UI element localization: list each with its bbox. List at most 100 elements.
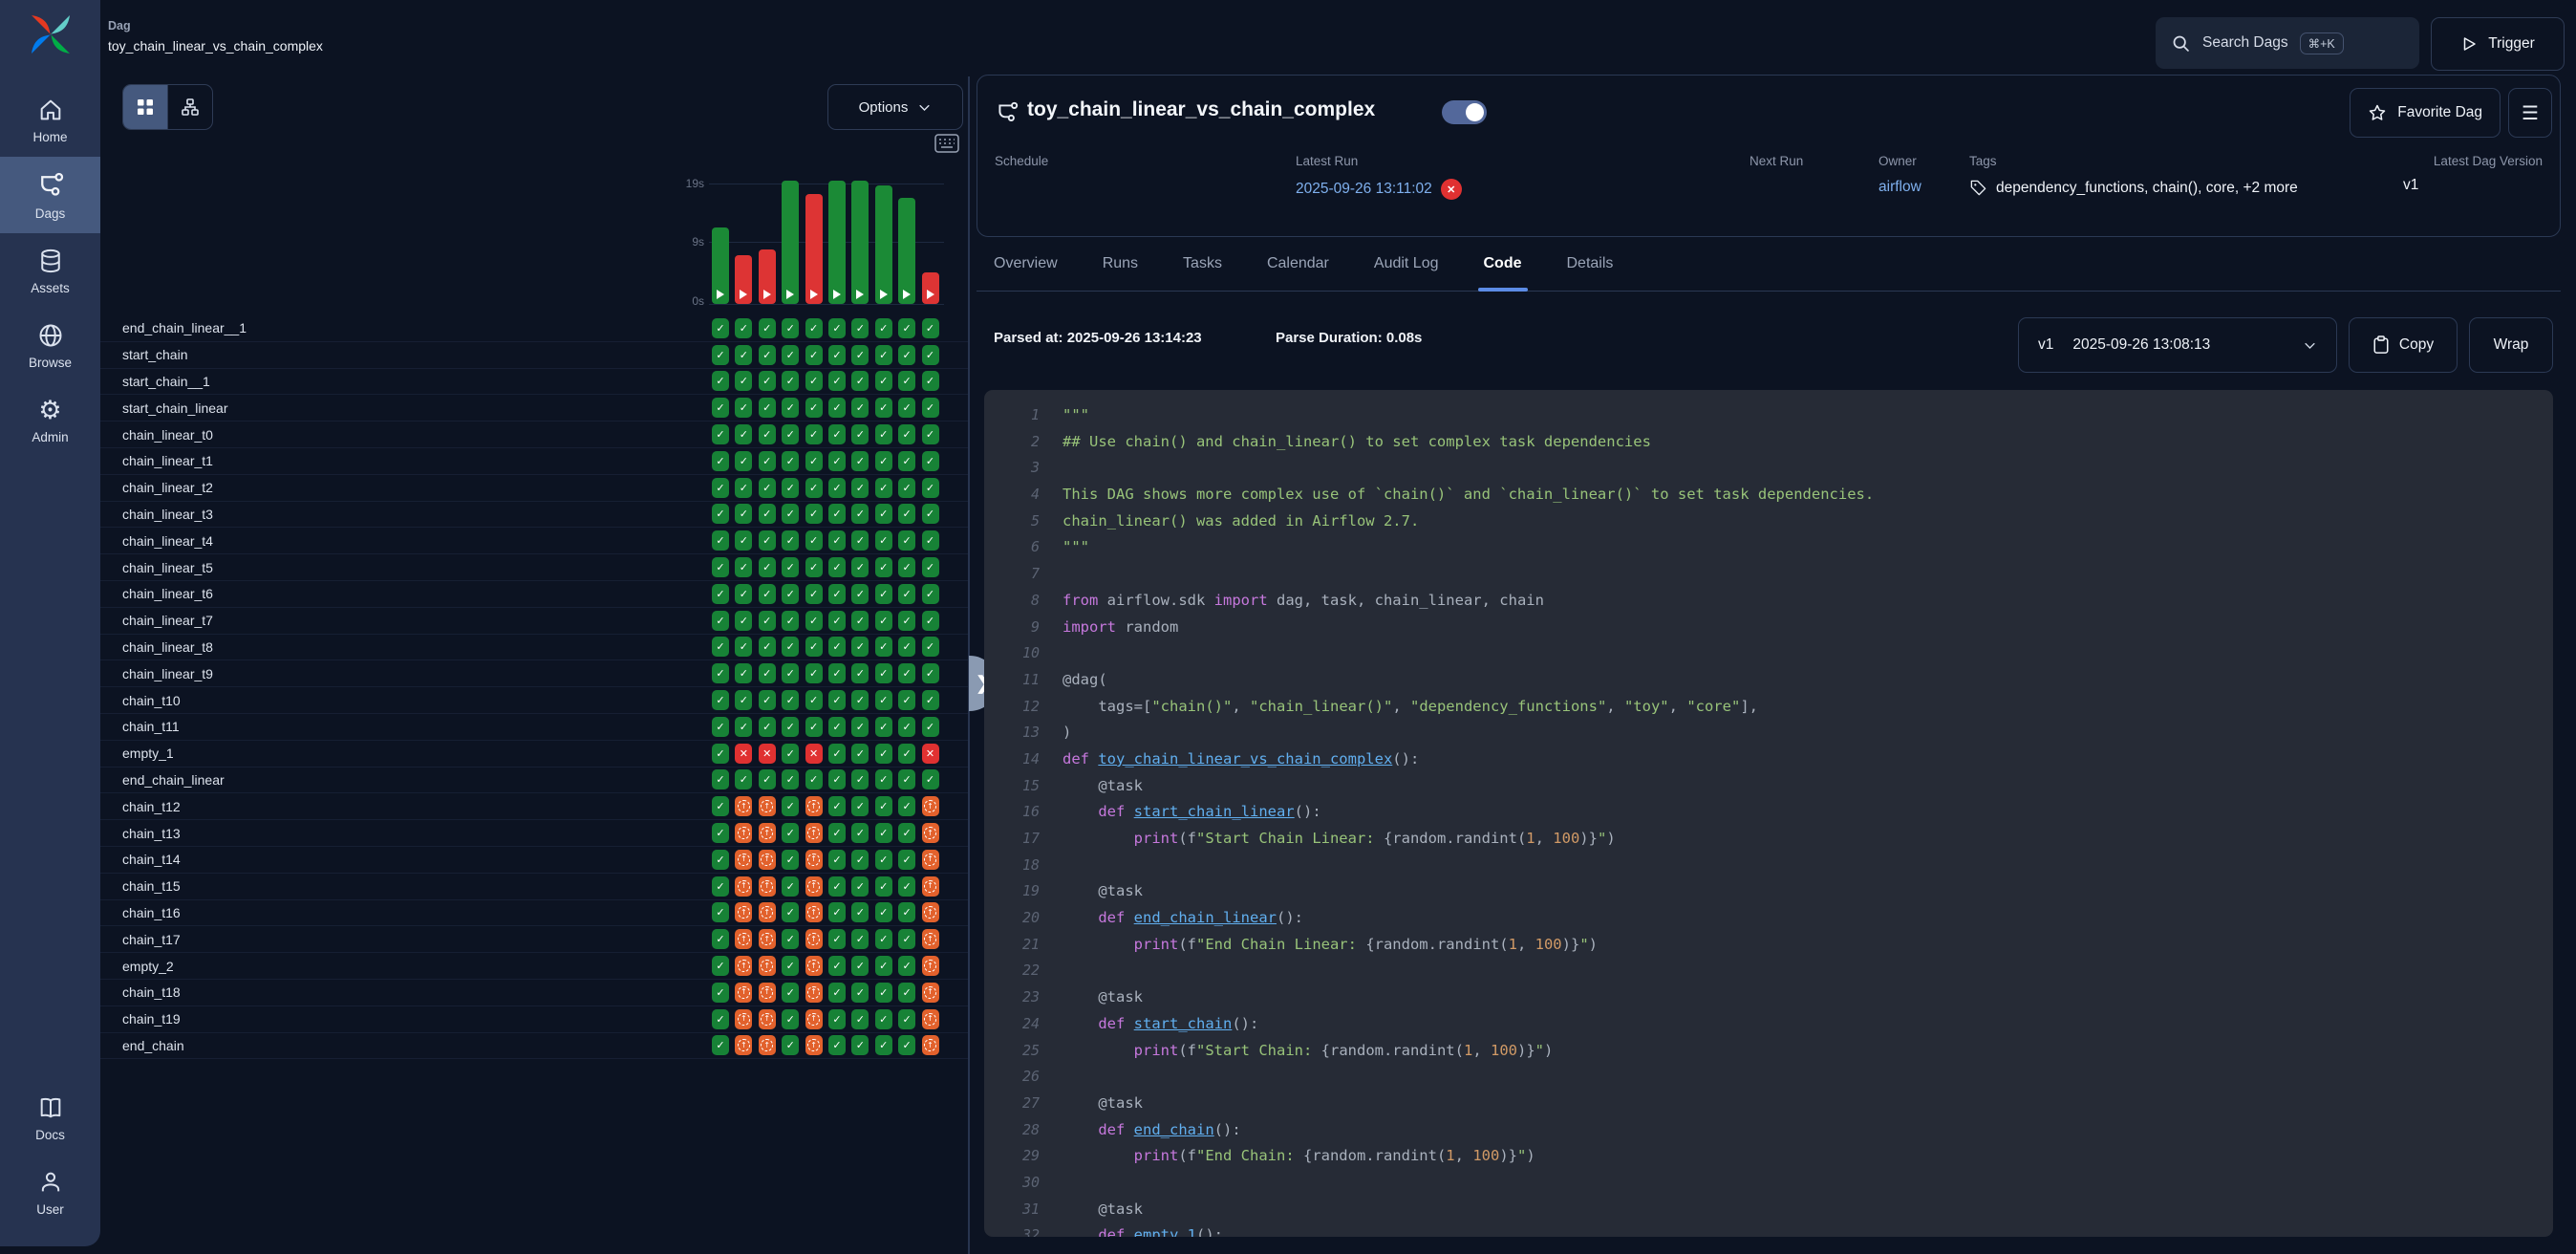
favorite-dag-button[interactable]: Favorite Dag	[2350, 88, 2501, 138]
task-instance-success-icon[interactable]: ✓	[805, 451, 823, 471]
task-instance-success-icon[interactable]: ✓	[828, 637, 846, 657]
task-instance-success-icon[interactable]: ✓	[851, 690, 869, 710]
task-instance-failed-icon[interactable]: ✕	[805, 744, 823, 764]
dag-run-bar[interactable]	[851, 181, 869, 304]
task-name[interactable]: chain_linear_t5	[122, 560, 213, 575]
task-instance-success-icon[interactable]: ✓	[712, 451, 729, 471]
task-instance-success-icon[interactable]: ✓	[759, 769, 776, 789]
task-instance-success-icon[interactable]: ✓	[851, 876, 869, 897]
task-instance-failed-icon[interactable]: ✕	[759, 744, 776, 764]
task-instance-success-icon[interactable]: ✓	[851, 318, 869, 338]
task-instance-success-icon[interactable]: ✓	[828, 717, 846, 737]
task-name[interactable]: start_chain__1	[122, 374, 210, 389]
task-instance-success-icon[interactable]: ✓	[922, 717, 939, 737]
copy-button[interactable]: Copy	[2349, 317, 2458, 373]
task-instance-success-icon[interactable]: ✓	[922, 663, 939, 683]
task-instance-success-icon[interactable]: ✓	[759, 611, 776, 631]
task-instance-success-icon[interactable]: ✓	[759, 557, 776, 577]
task-instance-success-icon[interactable]: ✓	[805, 318, 823, 338]
task-instance-upstream_failed-icon[interactable]: ↑	[805, 929, 823, 949]
task-instance-success-icon[interactable]: ✓	[782, 1035, 799, 1055]
task-instance-upstream_failed-icon[interactable]: ↑	[805, 850, 823, 870]
task-instance-success-icon[interactable]: ✓	[712, 796, 729, 816]
latest-run-link[interactable]: 2025-09-26 13:11:02	[1296, 181, 1432, 198]
task-instance-success-icon[interactable]: ✓	[712, 663, 729, 683]
task-instance-success-icon[interactable]: ✓	[828, 929, 846, 949]
task-instance-success-icon[interactable]: ✓	[851, 717, 869, 737]
task-row[interactable]: chain_t16✓↑↑✓↑✓✓✓✓↑	[100, 900, 969, 927]
task-instance-success-icon[interactable]: ✓	[898, 1035, 915, 1055]
task-instance-success-icon[interactable]: ✓	[828, 318, 846, 338]
task-instance-upstream_failed-icon[interactable]: ↑	[735, 796, 752, 816]
task-instance-upstream_failed-icon[interactable]: ↑	[759, 796, 776, 816]
task-row[interactable]: chain_t11✓✓✓✓✓✓✓✓✓✓	[100, 714, 969, 741]
task-instance-success-icon[interactable]: ✓	[782, 345, 799, 365]
task-name[interactable]: start_chain	[122, 347, 187, 362]
task-instance-success-icon[interactable]: ✓	[759, 478, 776, 498]
task-instance-failed-icon[interactable]: ✕	[922, 744, 939, 764]
task-row[interactable]: empty_2✓↑↑✓↑✓✓✓✓↑	[100, 953, 969, 980]
task-instance-success-icon[interactable]: ✓	[875, 876, 892, 897]
task-instance-success-icon[interactable]: ✓	[782, 318, 799, 338]
task-instance-success-icon[interactable]: ✓	[782, 902, 799, 922]
task-instance-success-icon[interactable]: ✓	[922, 584, 939, 604]
task-instance-success-icon[interactable]: ✓	[805, 371, 823, 391]
task-instance-success-icon[interactable]: ✓	[851, 584, 869, 604]
task-instance-success-icon[interactable]: ✓	[735, 345, 752, 365]
task-instance-success-icon[interactable]: ✓	[712, 478, 729, 498]
tab-code[interactable]: Code	[1484, 237, 1522, 291]
task-instance-success-icon[interactable]: ✓	[922, 557, 939, 577]
task-instance-success-icon[interactable]: ✓	[851, 956, 869, 976]
task-instance-success-icon[interactable]: ✓	[828, 504, 846, 524]
task-instance-success-icon[interactable]: ✓	[898, 717, 915, 737]
task-instance-success-icon[interactable]: ✓	[898, 744, 915, 764]
task-instance-success-icon[interactable]: ✓	[759, 398, 776, 418]
task-row[interactable]: chain_linear_t2✓✓✓✓✓✓✓✓✓✓	[100, 475, 969, 502]
task-instance-success-icon[interactable]: ✓	[759, 371, 776, 391]
task-instance-success-icon[interactable]: ✓	[712, 398, 729, 418]
task-instance-success-icon[interactable]: ✓	[875, 424, 892, 444]
task-instance-success-icon[interactable]: ✓	[898, 823, 915, 843]
task-instance-success-icon[interactable]: ✓	[898, 637, 915, 657]
task-row[interactable]: empty_1✓✕✕✓✕✓✓✓✓✕	[100, 741, 969, 768]
task-name[interactable]: chain_linear_t3	[122, 507, 213, 522]
task-instance-success-icon[interactable]: ✓	[735, 769, 752, 789]
task-row[interactable]: chain_linear_t7✓✓✓✓✓✓✓✓✓✓	[100, 608, 969, 635]
task-instance-success-icon[interactable]: ✓	[828, 850, 846, 870]
task-row[interactable]: chain_t19✓↑↑✓↑✓✓✓✓↑	[100, 1006, 969, 1033]
task-name[interactable]: chain_linear_t0	[122, 427, 213, 443]
task-instance-success-icon[interactable]: ✓	[805, 663, 823, 683]
task-instance-success-icon[interactable]: ✓	[805, 398, 823, 418]
task-instance-success-icon[interactable]: ✓	[735, 557, 752, 577]
task-row[interactable]: end_chain_linear__1✓✓✓✓✓✓✓✓✓✓	[100, 315, 969, 342]
task-instance-upstream_failed-icon[interactable]: ↑	[922, 983, 939, 1003]
task-instance-success-icon[interactable]: ✓	[805, 530, 823, 551]
task-instance-success-icon[interactable]: ✓	[712, 956, 729, 976]
task-instance-success-icon[interactable]: ✓	[782, 584, 799, 604]
task-instance-success-icon[interactable]: ✓	[828, 744, 846, 764]
task-instance-success-icon[interactable]: ✓	[712, 611, 729, 631]
task-instance-success-icon[interactable]: ✓	[828, 1035, 846, 1055]
task-instance-success-icon[interactable]: ✓	[875, 371, 892, 391]
task-instance-success-icon[interactable]: ✓	[851, 769, 869, 789]
task-instance-success-icon[interactable]: ✓	[782, 424, 799, 444]
task-instance-success-icon[interactable]: ✓	[735, 717, 752, 737]
task-name[interactable]: start_chain_linear	[122, 400, 228, 416]
task-instance-upstream_failed-icon[interactable]: ↑	[735, 929, 752, 949]
task-instance-success-icon[interactable]: ✓	[805, 637, 823, 657]
task-instance-success-icon[interactable]: ✓	[828, 1009, 846, 1029]
task-instance-success-icon[interactable]: ✓	[898, 611, 915, 631]
task-instance-success-icon[interactable]: ✓	[735, 504, 752, 524]
tab-calendar[interactable]: Calendar	[1267, 237, 1329, 291]
task-instance-success-icon[interactable]: ✓	[875, 796, 892, 816]
task-instance-success-icon[interactable]: ✓	[712, 1035, 729, 1055]
task-instance-success-icon[interactable]: ✓	[922, 398, 939, 418]
task-name[interactable]: chain_linear_t9	[122, 666, 213, 681]
task-instance-upstream_failed-icon[interactable]: ↑	[805, 902, 823, 922]
task-row[interactable]: chain_t15✓↑↑✓↑✓✓✓✓↑	[100, 874, 969, 900]
trigger-button[interactable]: Trigger	[2431, 17, 2565, 71]
task-instance-upstream_failed-icon[interactable]: ↑	[735, 1009, 752, 1029]
task-instance-success-icon[interactable]: ✓	[735, 584, 752, 604]
task-instance-success-icon[interactable]: ✓	[898, 902, 915, 922]
task-instance-success-icon[interactable]: ✓	[922, 690, 939, 710]
